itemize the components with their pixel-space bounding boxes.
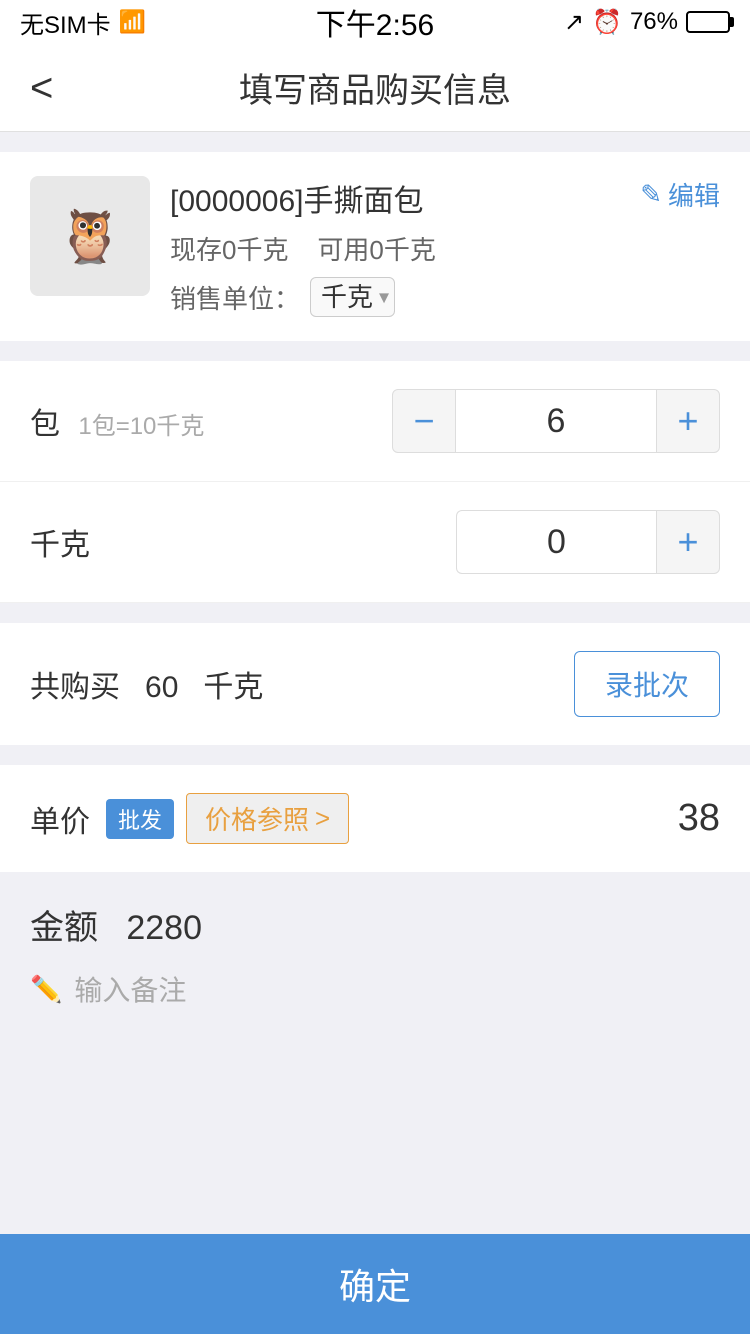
edit-icon: ✎: [640, 179, 662, 210]
total-label: 共购买: [30, 671, 120, 704]
status-left: 无SIM卡 📶: [20, 5, 146, 40]
total-text: 共购买 60 千克: [30, 662, 574, 706]
kg-qty-row: 千克 +: [0, 482, 750, 603]
kg-increment-button[interactable]: +: [656, 510, 720, 574]
price-tag: 批发: [106, 799, 174, 839]
total-unit: 千克: [203, 671, 263, 704]
page-title: 填写商品购买信息: [239, 63, 511, 112]
confirm-button[interactable]: 确定: [0, 1234, 750, 1334]
product-card: 🦉 [0000006]手撕面包 现存0千克 可用0千克 销售单位： 千克 ✎ 编…: [0, 152, 750, 341]
total-row: 共购买 60 千克 录批次: [0, 623, 750, 745]
available-label: 可用0千克: [317, 235, 435, 265]
product-stock: 现存0千克 可用0千克: [170, 230, 620, 267]
unit-select[interactable]: 千克: [310, 277, 395, 317]
price-ref-arrow: >: [315, 803, 330, 834]
back-button[interactable]: <: [30, 68, 53, 108]
battery-percent: 76%: [630, 8, 678, 36]
pencil-icon: ✏️: [30, 974, 62, 1005]
nav-bar: < 填写商品购买信息: [0, 44, 750, 132]
kg-qty-control: +: [456, 510, 720, 574]
total-section: 共购买 60 千克 录批次: [0, 623, 750, 745]
package-qty-row: 包 1包=10千克 − +: [0, 361, 750, 482]
product-thumbnail: 🦉: [30, 176, 150, 296]
batch-button[interactable]: 录批次: [574, 651, 720, 717]
product-name: [0000006]手撕面包: [170, 176, 620, 220]
remark-label: 输入备注: [74, 969, 186, 1009]
edit-button[interactable]: ✎ 编辑: [640, 176, 720, 213]
amount-section: 金额 2280 ✏️ 输入备注: [0, 872, 750, 1037]
price-value: 38: [678, 797, 720, 840]
unit-label: 销售单位：: [170, 279, 300, 316]
product-info: [0000006]手撕面包 现存0千克 可用0千克 销售单位： 千克: [170, 176, 620, 317]
wifi-icon: 📶: [119, 9, 146, 35]
unit-select-wrap[interactable]: 千克: [310, 277, 395, 317]
package-label: 包 1包=10千克: [30, 399, 392, 443]
price-ref-button[interactable]: 价格参照 >: [186, 793, 349, 844]
package-increment-button[interactable]: +: [656, 389, 720, 453]
stock-label: 现存0千克: [170, 235, 288, 265]
status-right: ↗ ⏰ 76%: [564, 8, 730, 37]
package-qty-control: − +: [392, 389, 720, 453]
package-qty-input[interactable]: [456, 389, 656, 453]
package-sublabel: 1包=10千克: [78, 413, 204, 440]
package-section: 包 1包=10千克 − + 千克 +: [0, 361, 750, 603]
alarm-icon: ⏰: [592, 8, 622, 37]
kg-qty-input[interactable]: [456, 510, 656, 574]
product-thumb-icon: 🦉: [58, 206, 123, 267]
amount-label: 金额: [30, 909, 98, 947]
remark-row[interactable]: ✏️ 输入备注: [30, 969, 720, 1009]
carrier-label: 无SIM卡: [20, 5, 111, 40]
price-section: 单价 批发 价格参照 > 38: [0, 765, 750, 872]
price-label: 单价: [30, 797, 90, 841]
price-ref-label: 价格参照: [205, 800, 309, 837]
amount-value: 2280: [126, 909, 202, 947]
status-time: 下午2:56: [316, 0, 434, 44]
amount-row: 金额 2280: [30, 900, 720, 949]
product-unit: 销售单位： 千克: [170, 277, 620, 317]
main-content: 🦉 [0000006]手撕面包 现存0千克 可用0千克 销售单位： 千克 ✎ 编…: [0, 152, 750, 1157]
status-bar: 无SIM卡 📶 下午2:56 ↗ ⏰ 76%: [0, 0, 750, 44]
battery-bar: [686, 11, 730, 33]
location-icon: ↗: [564, 8, 584, 37]
kg-label: 千克: [30, 520, 456, 564]
total-quantity: 60: [145, 671, 178, 704]
package-decrement-button[interactable]: −: [392, 389, 456, 453]
edit-label: 编辑: [668, 176, 720, 213]
